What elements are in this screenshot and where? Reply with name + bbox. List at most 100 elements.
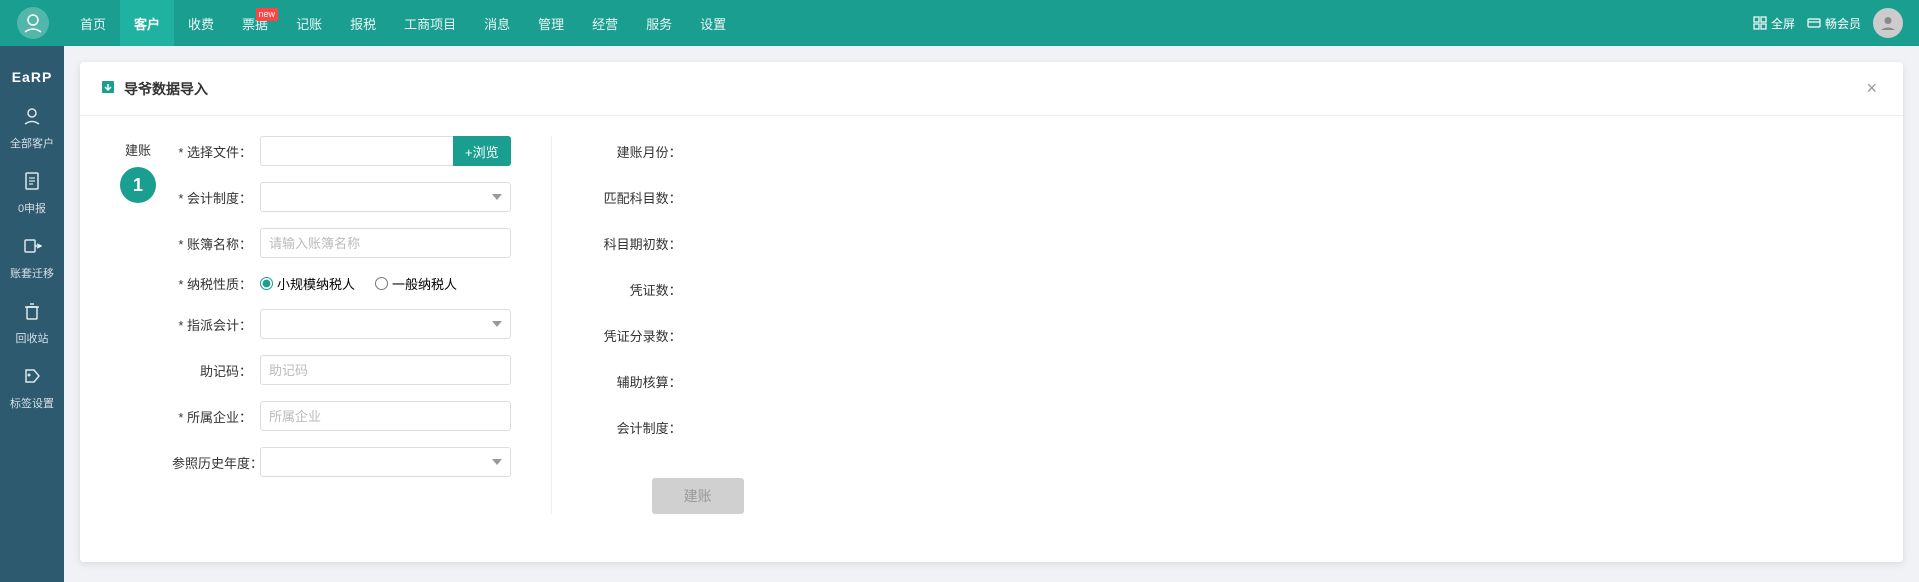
nav-fee[interactable]: 收费 <box>174 0 228 46</box>
initial-row: 科目期初数： <box>592 228 812 258</box>
memo-label: 助记码： <box>172 361 252 380</box>
step-label: 建账 <box>125 140 151 159</box>
dialog-body: 建账 1 * 选择文件： +浏览 <box>80 116 1903 534</box>
voucher-row: 凭证数： <box>592 274 812 304</box>
nav-customer[interactable]: 客户 <box>120 0 174 46</box>
file-label: * 选择文件： <box>172 142 252 161</box>
year-row: 参照历史年度： <box>172 447 511 477</box>
company-input[interactable] <box>260 401 511 431</box>
nav-service[interactable]: 服务 <box>632 0 686 46</box>
file-input[interactable] <box>260 136 453 166</box>
accounting-select[interactable] <box>260 182 511 212</box>
sidebar-item-tags[interactable]: 标签设置 <box>2 358 62 419</box>
system-label: 会计制度： <box>592 418 682 437</box>
sidebar-item-trash[interactable]: 回收站 <box>2 293 62 354</box>
match-row: 匹配科目数： <box>592 182 812 212</box>
trash-icon <box>22 301 42 326</box>
migration-icon <box>22 236 42 261</box>
company-row: * 所属企业： <box>172 401 511 431</box>
nav-message[interactable]: 消息 <box>470 0 524 46</box>
dialog-header: 导爷数据导入 × <box>80 62 1903 116</box>
member-icon <box>1807 16 1821 30</box>
all-customers-icon <box>22 106 42 131</box>
tax-small-radio[interactable] <box>260 277 273 290</box>
tax-small-label: 小规模纳税人 <box>277 274 355 293</box>
memo-input[interactable] <box>260 355 511 385</box>
sidebar: EaRP 全部客户 0申报 <box>0 46 64 582</box>
sidebar-item-trash-label: 回收站 <box>16 330 49 346</box>
nav-invoice-badge: new <box>256 8 279 21</box>
step-indicator: 建账 1 <box>120 140 156 203</box>
nav-right: 全屏 畅会员 <box>1753 8 1919 38</box>
ledger-row: * 账簿名称： <box>172 228 511 258</box>
nav-settings[interactable]: 设置 <box>686 0 740 46</box>
accounting-label: * 会计制度： <box>172 188 252 207</box>
accountant-select[interactable] <box>260 309 511 339</box>
year-label: 参照历史年度： <box>172 453 252 472</box>
tag-icon <box>22 366 42 391</box>
app-logo[interactable] <box>10 0 56 46</box>
import-dialog: 导爷数据导入 × 建账 1 * 选择文件： <box>80 62 1903 562</box>
ledger-input[interactable] <box>260 228 511 258</box>
sidebar-item-migration-label: 账套迁移 <box>10 265 54 281</box>
sidebar-item-all-customers[interactable]: 全部客户 <box>2 98 62 159</box>
aux-label: 辅助核算： <box>592 372 682 391</box>
declaration-icon <box>22 171 42 196</box>
nav-operation[interactable]: 经营 <box>578 0 632 46</box>
nav-business[interactable]: 工商项目 <box>390 0 470 46</box>
fullscreen-button[interactable]: 全屏 <box>1753 15 1795 32</box>
voucher-entries-row: 凭证分录数： <box>592 320 812 350</box>
tax-row: * 纳税性质： 小规模纳税人 一般纳税人 <box>172 274 511 293</box>
dialog-title: 导爷数据导入 <box>100 79 208 99</box>
sidebar-item-tags-label: 标签设置 <box>10 395 54 411</box>
sidebar-item-declaration[interactable]: 0申报 <box>2 163 62 224</box>
voucher-entries-label: 凭证分录数： <box>592 326 682 345</box>
tax-radio-group: 小规模纳税人 一般纳税人 <box>260 274 457 293</box>
import-icon <box>100 79 116 98</box>
company-label: * 所属企业： <box>172 407 252 426</box>
main-layout: EaRP 全部客户 0申报 <box>0 46 1919 582</box>
month-row: 建账月份： <box>592 136 812 166</box>
nav-invoice[interactable]: 票据 new <box>228 0 282 46</box>
user-avatar[interactable] <box>1873 8 1903 38</box>
file-input-group: +浏览 <box>260 136 511 166</box>
top-navigation: 首页 客户 收费 票据 new 记账 报税 工商项目 消息 管理 经营 服务 设… <box>0 0 1919 46</box>
nav-bookkeeping[interactable]: 记账 <box>282 0 336 46</box>
vertical-divider <box>551 136 552 514</box>
year-select[interactable] <box>260 447 511 477</box>
tax-general-option[interactable]: 一般纳税人 <box>375 274 457 293</box>
tax-label: * 纳税性质： <box>172 274 252 293</box>
accountant-row: * 指派会计： <box>172 309 511 339</box>
voucher-label: 凭证数： <box>592 280 682 299</box>
tax-general-label: 一般纳税人 <box>392 274 457 293</box>
nav-tax[interactable]: 报税 <box>336 0 390 46</box>
aux-row: 辅助核算： <box>592 366 812 396</box>
logo-circle <box>17 7 49 39</box>
month-label: 建账月份： <box>592 142 682 161</box>
content-area: 导爷数据导入 × 建账 1 * 选择文件： <box>64 46 1919 582</box>
sidebar-item-migration[interactable]: 账套迁移 <box>2 228 62 289</box>
initial-label: 科目期初数： <box>592 234 682 253</box>
app-logo-text: EaRP <box>12 56 53 94</box>
nav-items: 首页 客户 收费 票据 new 记账 报税 工商项目 消息 管理 经营 服务 设… <box>66 0 1753 46</box>
info-section: 建账月份： 匹配科目数： 科目期初数： 凭证数： <box>592 136 812 514</box>
accounting-row: * 会计制度： <box>172 182 511 212</box>
file-row: * 选择文件： +浏览 <box>172 136 511 166</box>
accountant-label: * 指派会计： <box>172 315 252 334</box>
sidebar-item-declaration-label: 0申报 <box>18 200 46 216</box>
tax-small-option[interactable]: 小规模纳税人 <box>260 274 355 293</box>
nav-home[interactable]: 首页 <box>66 0 120 46</box>
tax-general-radio[interactable] <box>375 277 388 290</box>
system-row: 会计制度： <box>592 412 812 442</box>
browse-button[interactable]: +浏览 <box>453 136 511 166</box>
member-button[interactable]: 畅会员 <box>1807 15 1861 32</box>
close-button[interactable]: × <box>1860 76 1883 101</box>
fullscreen-icon <box>1753 16 1767 30</box>
form-section: * 选择文件： +浏览 * 会计制度： <box>172 136 511 493</box>
step-circle: 1 <box>120 167 156 203</box>
sidebar-item-all-customers-label: 全部客户 <box>10 135 54 151</box>
nav-manage[interactable]: 管理 <box>524 0 578 46</box>
build-account-button[interactable]: 建账 <box>652 478 744 514</box>
memo-row: 助记码： <box>172 355 511 385</box>
match-label: 匹配科目数： <box>592 188 682 207</box>
